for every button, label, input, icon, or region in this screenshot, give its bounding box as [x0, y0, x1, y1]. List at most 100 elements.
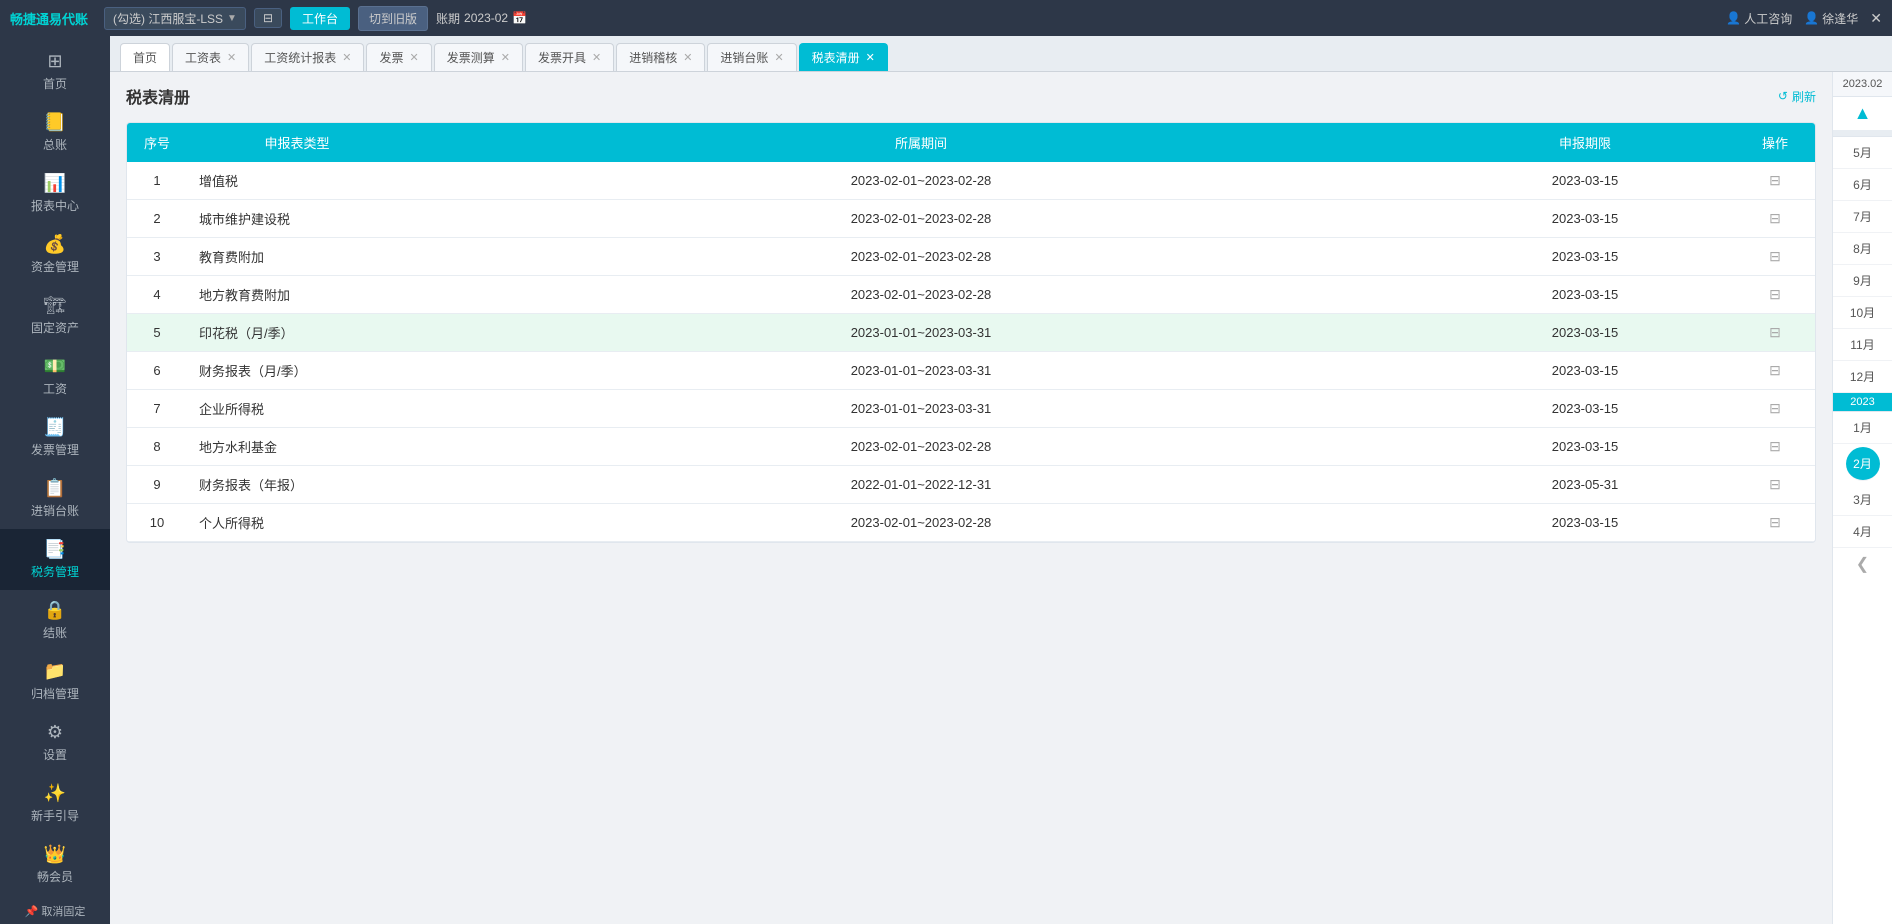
month-2022-07[interactable]: 7月: [1833, 201, 1892, 233]
tab-close-icon[interactable]: ✕: [774, 51, 783, 64]
tab-label: 发票测算: [447, 49, 495, 66]
action-icon[interactable]: ⊟: [1769, 248, 1781, 264]
sidebar-item-assets[interactable]: 🏗 固定资产: [0, 285, 110, 346]
refresh-icon: ↺: [1778, 89, 1788, 103]
tab-salary-table[interactable]: 工资表 ✕: [172, 43, 249, 71]
cell-action[interactable]: ⊟: [1735, 390, 1815, 428]
cell-period: 2022-01-01~2022-12-31: [407, 466, 1435, 504]
month-2022-08[interactable]: 8月: [1833, 233, 1892, 265]
sidebar-item-ledger[interactable]: 📒 总账: [0, 102, 110, 163]
tab-close-icon[interactable]: ✕: [683, 51, 692, 64]
month-2022-12[interactable]: 12月: [1833, 361, 1892, 393]
calendar-icon[interactable]: 📅: [512, 11, 527, 25]
sidebar-item-salary[interactable]: 💵 工资: [0, 346, 110, 407]
action-icon[interactable]: ⊟: [1769, 286, 1781, 302]
month-2023-04[interactable]: 4月: [1833, 516, 1892, 548]
sidebar-item-member[interactable]: 👑 畅会员: [0, 834, 110, 895]
cell-action[interactable]: ⊟: [1735, 466, 1815, 504]
user-service[interactable]: 👤 人工咨询: [1726, 10, 1792, 27]
tab-tax-list[interactable]: 税表清册 ✕: [799, 43, 888, 71]
table-row[interactable]: 6 财务报表（月/季） 2023-01-01~2023-03-31 2023-0…: [127, 352, 1815, 390]
purchase-icon: 📋: [44, 478, 66, 499]
sidebar-item-label: 税务管理: [31, 563, 79, 580]
tab-close-icon[interactable]: ✕: [227, 51, 236, 64]
table-row[interactable]: 4 地方教育费附加 2023-02-01~2023-02-28 2023-03-…: [127, 276, 1815, 314]
action-icon[interactable]: ⊟: [1769, 362, 1781, 378]
tab-close-icon[interactable]: ✕: [866, 51, 875, 64]
salary-icon: 💵: [44, 356, 66, 377]
cell-action[interactable]: ⊟: [1735, 238, 1815, 276]
action-icon[interactable]: ⊟: [1769, 476, 1781, 492]
sidebar-item-reports[interactable]: 📊 报表中心: [0, 163, 110, 224]
cell-action[interactable]: ⊟: [1735, 352, 1815, 390]
sidebar-item-guide[interactable]: ✨ 新手引导: [0, 773, 110, 834]
month-2022-11[interactable]: 11月: [1833, 329, 1892, 361]
table-row[interactable]: 8 地方水利基金 2023-02-01~2023-02-28 2023-03-1…: [127, 428, 1815, 466]
tab-close-icon[interactable]: ✕: [592, 51, 601, 64]
sidebar-item-home[interactable]: ⊞ 首页: [0, 41, 110, 102]
action-icon[interactable]: ⊟: [1769, 514, 1781, 530]
table-row[interactable]: 2 城市维护建设税 2023-02-01~2023-02-28 2023-03-…: [127, 200, 1815, 238]
tab-close-icon[interactable]: ✕: [501, 51, 510, 64]
action-icon[interactable]: ⊟: [1769, 400, 1781, 416]
sidebar-item-purchase[interactable]: 📋 进销台账: [0, 468, 110, 529]
tab-purchase-ledger[interactable]: 进销台账 ✕: [707, 43, 796, 71]
month-2022-06[interactable]: 6月: [1833, 169, 1892, 201]
month-2023-02[interactable]: 2月: [1846, 447, 1880, 481]
month-2023-03[interactable]: 3月: [1833, 484, 1892, 516]
tab-close-icon[interactable]: ✕: [410, 51, 419, 64]
sidebar-item-invoices[interactable]: 🧾 发票管理: [0, 407, 110, 468]
month-2022-10[interactable]: 10月: [1833, 297, 1892, 329]
tax-table: 序号 申报表类型 所属期间 申报期限 操作 1 增值税 2023-02-01~2…: [126, 122, 1816, 543]
sidebar-item-funds[interactable]: 💰 资金管理: [0, 224, 110, 285]
month-2023-01[interactable]: 1月: [1833, 412, 1892, 444]
table-row[interactable]: 10 个人所得税 2023-02-01~2023-02-28 2023-03-1…: [127, 504, 1815, 542]
sidebar-item-settings[interactable]: ⚙ 设置: [0, 712, 110, 773]
action-icon[interactable]: ⊟: [1769, 438, 1781, 454]
month-2022-09[interactable]: 9月: [1833, 265, 1892, 297]
cell-type: 财务报表（月/季）: [187, 352, 407, 390]
table-row[interactable]: 3 教育费附加 2023-02-01~2023-02-28 2023-03-15…: [127, 238, 1815, 276]
sidebar-item-label: 进销台账: [31, 502, 79, 519]
sidebar-item-archive[interactable]: 📁 归档管理: [0, 651, 110, 712]
tab-home[interactable]: 首页: [120, 43, 170, 71]
sidebar-bottom: 📌 取消固定: [0, 895, 110, 924]
sidebar-item-tax[interactable]: 📑 税务管理: [0, 529, 110, 590]
col-header-seq: 序号: [127, 123, 187, 162]
table-row[interactable]: 7 企业所得税 2023-01-01~2023-03-31 2023-03-15…: [127, 390, 1815, 428]
tab-invoice-open[interactable]: 发票开具 ✕: [525, 43, 614, 71]
cell-action[interactable]: ⊟: [1735, 314, 1815, 352]
collapse-down-button[interactable]: ❮: [1833, 548, 1892, 580]
cell-action[interactable]: ⊟: [1735, 504, 1815, 542]
action-icon[interactable]: ⊟: [1769, 324, 1781, 340]
unpin-button[interactable]: 📌 取消固定: [0, 895, 110, 924]
tab-salary-stats[interactable]: 工资统计报表 ✕: [251, 43, 364, 71]
tab-bar: 首页 工资表 ✕ 工资统计报表 ✕ 发票 ✕ 发票测算 ✕ 发票开具 ✕: [110, 36, 1892, 72]
tab-invoices[interactable]: 发票 ✕: [366, 43, 431, 71]
sidebar-item-closing[interactable]: 🔒 结账: [0, 590, 110, 651]
tab-invoice-check[interactable]: 发票测算 ✕: [434, 43, 523, 71]
month-2022-05[interactable]: 5月: [1833, 137, 1892, 169]
cell-action[interactable]: ⊟: [1735, 276, 1815, 314]
cell-action[interactable]: ⊟: [1735, 162, 1815, 200]
copy-button[interactable]: ⊟: [254, 8, 282, 28]
refresh-button[interactable]: ↺ 刷新: [1778, 88, 1816, 105]
tab-close-icon[interactable]: ✕: [342, 51, 351, 64]
action-icon[interactable]: ⊟: [1769, 210, 1781, 226]
action-icon[interactable]: ⊟: [1769, 172, 1781, 188]
user-profile[interactable]: 👤 徐逢华: [1804, 10, 1858, 27]
tab-purchase-check[interactable]: 进销稽核 ✕: [616, 43, 705, 71]
collapse-up-button[interactable]: ▲: [1833, 97, 1892, 130]
cell-action[interactable]: ⊟: [1735, 200, 1815, 238]
company-selector[interactable]: (勾选) 江西服宝-LSS ▼: [104, 7, 246, 30]
table-row[interactable]: 9 财务报表（年报） 2022-01-01~2022-12-31 2023-05…: [127, 466, 1815, 504]
table-row[interactable]: 1 增值税 2023-02-01~2023-02-28 2023-03-15 ⊟: [127, 162, 1815, 200]
table-row[interactable]: 5 印花税（月/季） 2023-01-01~2023-03-31 2023-03…: [127, 314, 1815, 352]
window-close-button[interactable]: ✕: [1870, 10, 1882, 27]
invoices-icon: 🧾: [44, 417, 66, 438]
page-header: 税表清册 ↺ 刷新: [126, 84, 1816, 108]
tax-table-inner: 序号 申报表类型 所属期间 申报期限 操作 1 增值税 2023-02-01~2…: [127, 123, 1815, 542]
switch-old-button[interactable]: 切到旧版: [358, 6, 428, 31]
cell-action[interactable]: ⊟: [1735, 428, 1815, 466]
workbench-button[interactable]: 工作台: [290, 7, 350, 30]
